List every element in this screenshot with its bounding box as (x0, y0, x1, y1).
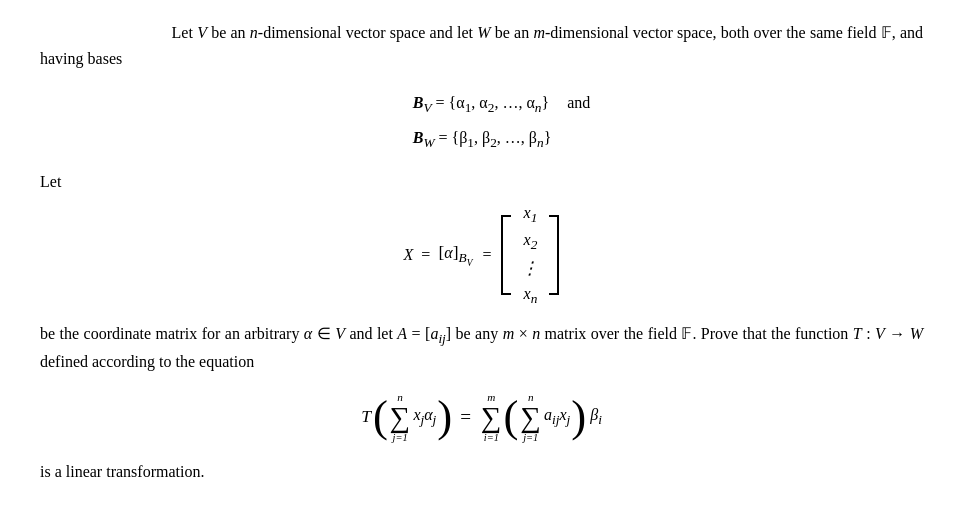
bases-block: BV = {α1, α2, …, αn} and BW = {β1, β2, …… (40, 87, 923, 157)
sum2-block: m ∑ i=1 (481, 391, 502, 443)
bases-rows: BV = {α1, α2, …, αn} and BW = {β1, β2, …… (413, 87, 591, 157)
sum1-bot: j=1 (393, 432, 408, 443)
sum1-sigma: ∑ (390, 403, 411, 432)
entry-x1: x1 (524, 201, 538, 228)
let-word: Let (40, 173, 923, 191)
equals2: = (482, 246, 491, 264)
entry-vdots: ⋮ (521, 255, 539, 281)
base-bv-line: BV = {α1, α2, …, αn} and (413, 87, 591, 122)
equals1: = (421, 246, 430, 264)
sum2-sigma: ∑ (481, 403, 502, 432)
main-equals: = (460, 406, 471, 428)
last-line-text: is a linear transformation. (40, 463, 204, 480)
vector-entries: x1 x2 ⋮ xn (521, 201, 539, 309)
left-bracket (501, 215, 511, 295)
bv-label: BV = {α1, α2, …, αn} (413, 87, 549, 122)
sum3-bot: j=1 (523, 432, 538, 443)
main-formula: T ( n ∑ j=1 xjαj ) = m ∑ i=1 ( n ∑ j=1 a… (40, 391, 923, 443)
coord-paragraph: be the coordinate matrix for an arbitrar… (40, 321, 923, 375)
entry-x2: x2 (524, 228, 538, 255)
sum3-block: n ∑ j=1 (521, 391, 542, 443)
matrix-equation: X = [α]BV = x1 x2 ⋮ xn (40, 201, 923, 309)
var-W: W (477, 24, 490, 41)
var-m: m (533, 24, 545, 41)
page: Let V be an n-dimensional vector space a… (40, 20, 923, 484)
right-bracket (549, 215, 559, 295)
alpha-bracket: [α]BV (438, 242, 472, 268)
field-F: 𝔽 (881, 24, 892, 41)
aij-bracket: [aij] (425, 325, 456, 342)
sum2-bot: i=1 (484, 432, 499, 443)
beta-i: βi (590, 406, 602, 428)
base-bw-line: BW = {β1, β2, …, βn} (413, 122, 552, 157)
sum1-xj: xjαj (413, 406, 436, 428)
inner-left-paren: ( (504, 394, 519, 439)
var-V: V (197, 24, 207, 41)
last-line: is a linear transformation. (40, 459, 923, 485)
column-vector: x1 x2 ⋮ xn (501, 201, 559, 309)
X-symbol: X (404, 246, 414, 264)
intro-paragraph: Let V be an n-dimensional vector space a… (40, 20, 923, 71)
and-word: and (567, 87, 590, 119)
inner-right-paren: ) (571, 394, 586, 439)
bw-label: BW = {β1, β2, …, βn} (413, 122, 552, 157)
outer-right-paren: ) (437, 394, 452, 439)
var-n: n (250, 24, 258, 41)
sum3-body: aijxj (544, 406, 570, 428)
T-symbol: T (361, 406, 371, 427)
sum1-block: n ∑ j=1 (390, 391, 411, 443)
outer-left-paren: ( (373, 394, 388, 439)
entry-xn: xn (524, 282, 538, 309)
sum3-sigma: ∑ (521, 403, 542, 432)
